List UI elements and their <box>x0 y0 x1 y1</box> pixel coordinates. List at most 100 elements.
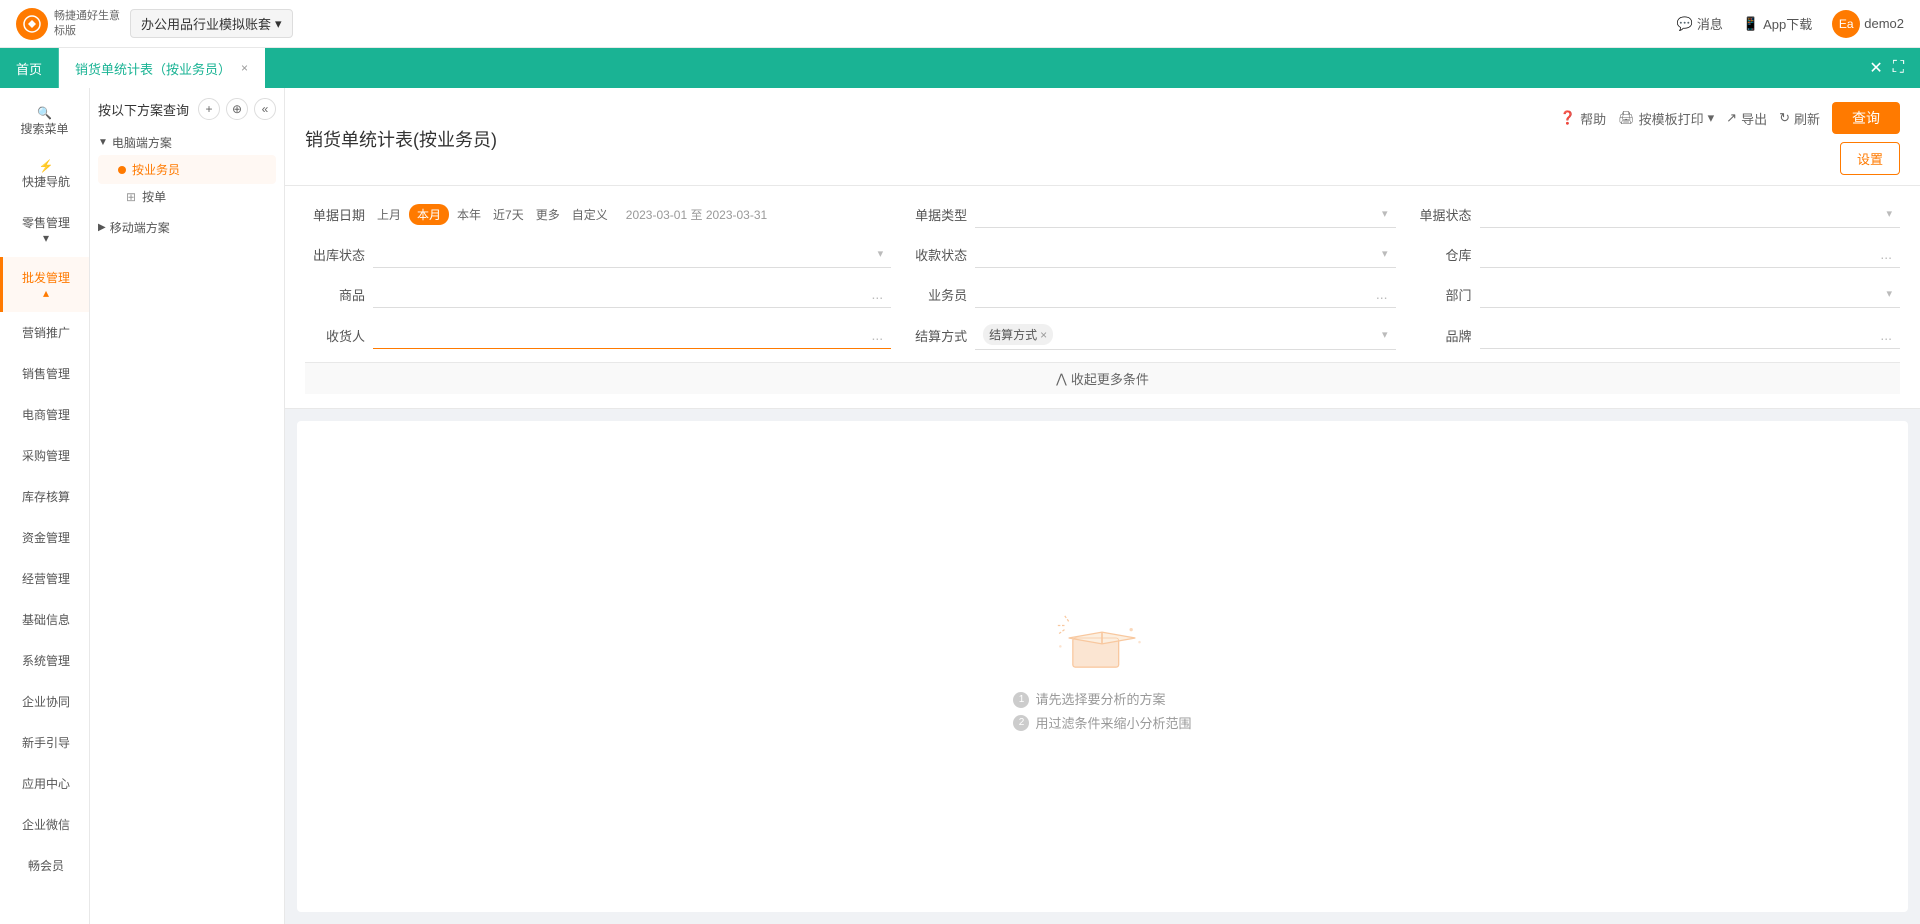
date-tab-custom[interactable]: 自定义 <box>568 204 612 225</box>
chevron-icon: ▴ <box>43 286 49 300</box>
export-btn[interactable]: ↗ 导出 <box>1726 109 1767 128</box>
main-layout: 🔍 搜索菜单 ⚡ 快捷导航 零售管理 ▾ 批发管理 ▴ 营销推广 销售管理 电商… <box>0 88 1920 924</box>
date-tab-this-year[interactable]: 本年 <box>453 204 485 225</box>
more-icon: ... <box>1880 327 1892 343</box>
date-tab-this-month[interactable]: 本月 <box>409 204 449 225</box>
scheme-by-order[interactable]: ⊞ 按单 <box>98 184 276 209</box>
filter-row-2: 出库状态 ▾ 收款状态 ▾ 仓库 <box>305 240 1900 268</box>
sidebar-item-corp-wechat[interactable]: 企业微信 <box>0 804 89 845</box>
settings-btn[interactable]: 设置 <box>1840 142 1900 175</box>
doc-status-control[interactable]: ▾ <box>1480 200 1900 228</box>
receipt-status-field: 收款状态 ▾ <box>907 240 1395 268</box>
salesperson-control[interactable]: ... <box>975 280 1395 308</box>
salesperson-field: 业务员 ... <box>907 280 1395 308</box>
add-scheme-btn[interactable]: + <box>198 98 220 120</box>
scheme-by-salesperson[interactable]: 按业务员 <box>98 155 276 184</box>
doc-type-field: 单据类型 ▾ <box>907 200 1395 228</box>
tab-sales-stats[interactable]: 销货单统计表（按业务员） × <box>59 48 265 88</box>
phone-icon: 📱 <box>1743 16 1759 32</box>
refresh-btn[interactable]: ↻ 刷新 <box>1779 109 1820 128</box>
brand-control[interactable]: ... <box>1480 321 1900 349</box>
dropdown-arrow-icon: ▾ <box>1382 247 1388 260</box>
out-status-control[interactable]: ▾ <box>373 240 891 268</box>
filter-sidebar-title: 按以下方案查询 + ⊕ « <box>98 98 276 120</box>
sidebar-item-ecommerce[interactable]: 电商管理 <box>0 394 89 435</box>
dept-control[interactable]: ▾ <box>1480 280 1900 308</box>
grid-icon: ⊞ <box>126 190 136 204</box>
sidebar-item-app-center[interactable]: 应用中心 <box>0 763 89 804</box>
app-download-btn[interactable]: 📱 App下载 <box>1743 14 1812 33</box>
dropdown-arrow-icon: ▾ <box>878 247 884 260</box>
logo-area: 畅捷通好生意 标版 <box>16 8 120 40</box>
dropdown-arrow-icon: ▾ <box>1886 207 1892 220</box>
empty-state-illustration <box>1052 598 1152 678</box>
expand-arrow-icon: ▼ <box>98 137 108 148</box>
step-1-icon: 1 <box>1013 692 1029 708</box>
page-actions: ❓ 帮助 🖨 按模板打印 ▾ ↗ 导出 <box>1560 102 1900 134</box>
logo-text: 畅捷通好生意 标版 <box>54 9 120 38</box>
doc-type-control[interactable]: ▾ <box>975 200 1395 228</box>
filter-row-1: 单据日期 上月 本月 本年 近7天 更多 自定义 2023-03-01 至 20… <box>305 200 1900 228</box>
receipt-status-control[interactable]: ▾ <box>975 240 1395 268</box>
receiver-field: 收货人 ... <box>305 321 891 349</box>
query-btn[interactable]: 查询 <box>1832 102 1900 134</box>
tab-close-icon[interactable]: × <box>241 61 248 75</box>
sidebar-item-wholesale[interactable]: 批发管理 ▴ <box>0 257 89 312</box>
window-close-icon[interactable]: ✕ <box>1869 58 1882 78</box>
collapse-sidebar-btn[interactable]: « <box>254 98 276 120</box>
sidebar-item-sales[interactable]: 销售管理 <box>0 353 89 394</box>
desktop-scheme-group: ▼ 电脑端方案 按业务员 ⊞ 按单 <box>98 130 276 209</box>
sidebar-item-purchase[interactable]: 采购管理 <box>0 435 89 476</box>
date-range: 2023-03-01 至 2023-03-31 <box>626 206 767 223</box>
doc-status-field: 单据状态 ▾ <box>1412 200 1900 228</box>
tab-home[interactable]: 首页 <box>0 48 59 88</box>
user-menu-btn[interactable]: Ea demo2 <box>1832 10 1904 38</box>
nav-selector[interactable]: 办公用品行业模拟账套 ▾ <box>130 9 293 38</box>
sidebar-item-member[interactable]: 畅会员 <box>0 845 89 886</box>
date-tabs: 上月 本月 本年 近7天 更多 自定义 <box>373 204 612 225</box>
warehouse-control[interactable]: ... <box>1480 240 1900 268</box>
sidebar-item-system[interactable]: 系统管理 <box>0 640 89 681</box>
sidebar-item-basic[interactable]: 基础信息 <box>0 599 89 640</box>
date-label: 单据日期 <box>305 205 365 224</box>
out-status-field: 出库状态 ▾ <box>305 240 891 268</box>
topbar: 畅捷通好生意 标版 办公用品行业模拟账套 ▾ 💬 消息 📱 App下载 Ea d… <box>0 0 1920 48</box>
filter-sidebar: 按以下方案查询 + ⊕ « ▼ 电脑端方案 按业务员 ⊞ 按单 <box>90 88 285 924</box>
receiver-control[interactable]: ... <box>373 321 891 349</box>
settlement-control[interactable]: 结算方式 × ▾ <box>975 320 1395 350</box>
content-area: 按以下方案查询 + ⊕ « ▼ 电脑端方案 按业务员 ⊞ 按单 <box>90 88 1920 924</box>
mobile-scheme-group: ▶ 移动端方案 <box>98 215 276 240</box>
print-arrow-icon: ▾ <box>1708 110 1715 126</box>
date-tab-more[interactable]: 更多 <box>532 204 564 225</box>
filter-row-3: 商品 ... 业务员 ... 部门 <box>305 280 1900 308</box>
receiver-label: 收货人 <box>305 326 365 345</box>
goods-control[interactable]: ... <box>373 280 891 308</box>
warehouse-field: 仓库 ... <box>1412 240 1900 268</box>
date-tab-last-month[interactable]: 上月 <box>373 204 405 225</box>
collapse-more-btn[interactable]: ⋀ 收起更多条件 <box>1056 369 1149 388</box>
sidebar-item-retail[interactable]: 零售管理 ▾ <box>0 202 89 257</box>
message-btn[interactable]: 💬 消息 <box>1677 14 1723 33</box>
help-icon: ❓ <box>1560 110 1576 126</box>
collapse-arrow-icon: ▶ <box>98 222 106 233</box>
warehouse-label: 仓库 <box>1412 245 1472 264</box>
settlement-clear-icon[interactable]: × <box>1040 328 1047 342</box>
sidebar-item-corp[interactable]: 企业协同 <box>0 681 89 722</box>
sidebar-item-inventory[interactable]: 库存核算 <box>0 476 89 517</box>
desktop-group-header[interactable]: ▼ 电脑端方案 <box>98 130 276 155</box>
edit-scheme-btn[interactable]: ⊕ <box>226 98 248 120</box>
sidebar-item-operation[interactable]: 经营管理 <box>0 558 89 599</box>
sidebar-item-newbie[interactable]: 新手引导 <box>0 722 89 763</box>
sidebar-item-finance[interactable]: 资金管理 <box>0 517 89 558</box>
sidebar-item-marketing[interactable]: 营销推广 <box>0 312 89 353</box>
sidebar-search[interactable]: 🔍 搜索菜单 <box>16 96 72 147</box>
mobile-group-header[interactable]: ▶ 移动端方案 <box>98 215 276 240</box>
date-tab-7days[interactable]: 近7天 <box>489 204 528 225</box>
chevron-down-icon: ▾ <box>275 16 282 32</box>
template-print-btn[interactable]: 🖨 按模板打印 ▾ <box>1618 109 1714 128</box>
window-expand-icon[interactable]: ⛶ <box>1893 59 1904 77</box>
collapse-row: ⋀ 收起更多条件 <box>305 362 1900 394</box>
sidebar-nav-shortcut[interactable]: ⚡ 快捷导航 <box>0 147 89 202</box>
collapse-icon: ⋀ <box>1056 371 1067 387</box>
help-btn[interactable]: ❓ 帮助 <box>1560 109 1606 128</box>
